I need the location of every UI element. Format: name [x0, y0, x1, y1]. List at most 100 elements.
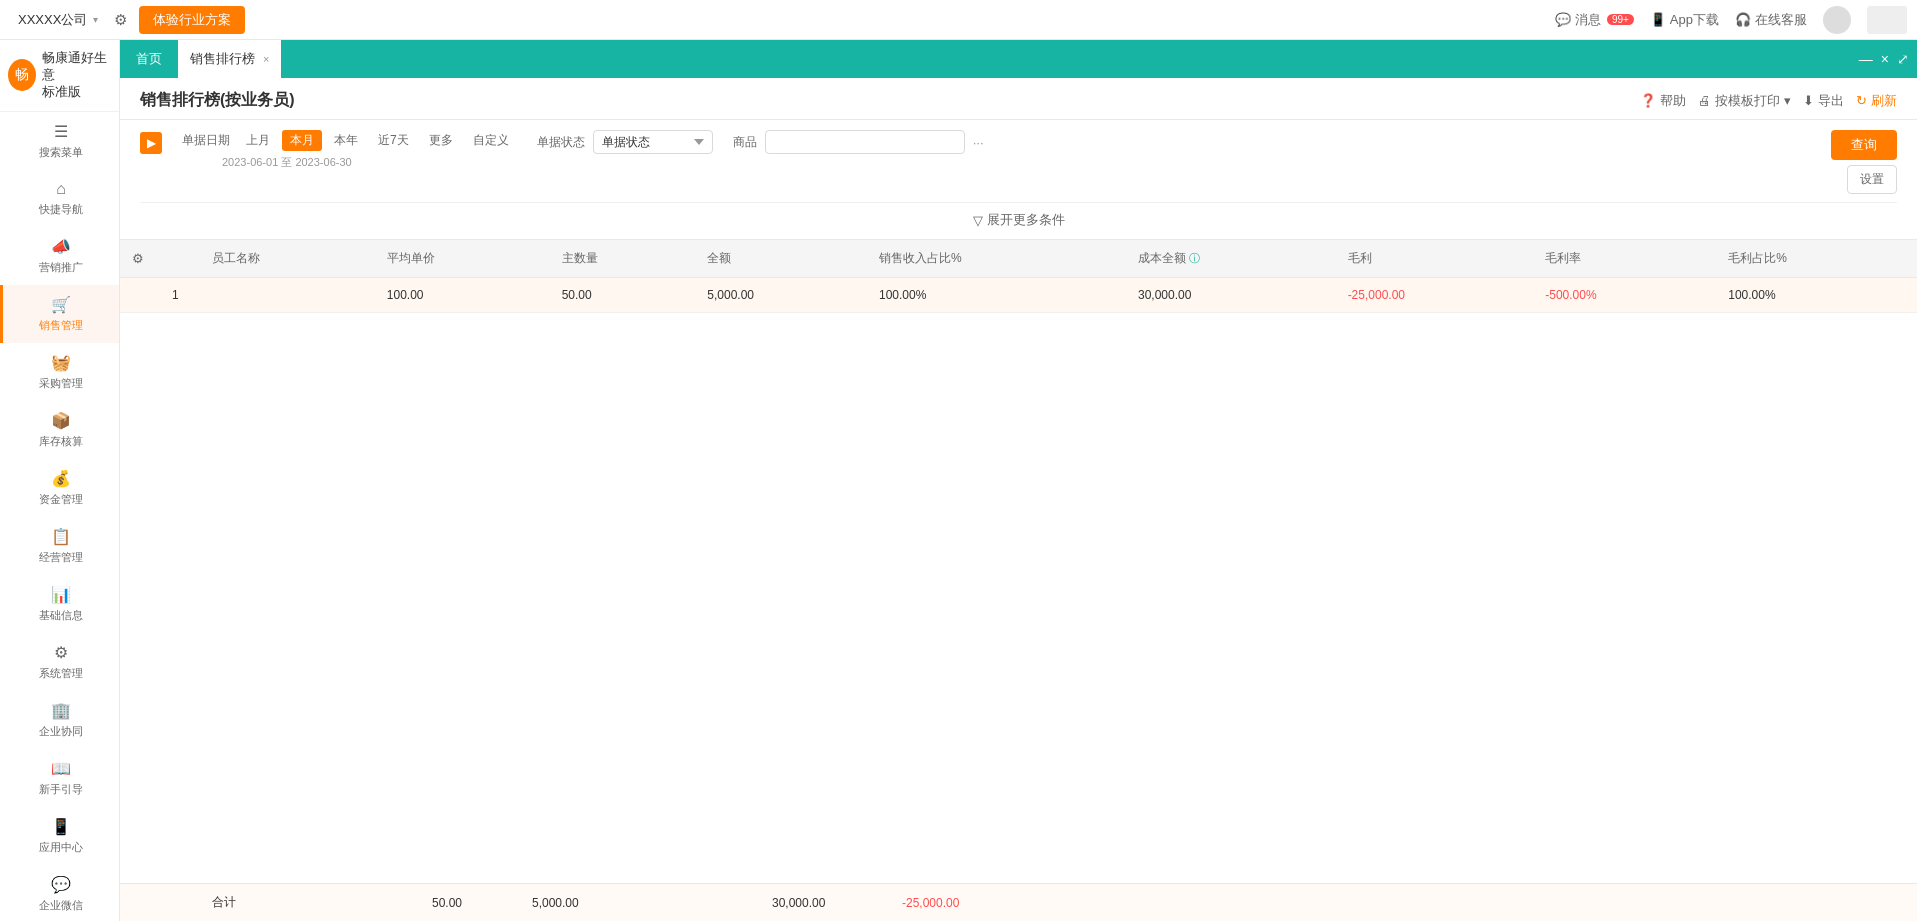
footer-gross-profit: -25,000.00: [902, 896, 1022, 910]
online-service-label: 在线客服: [1755, 11, 1807, 29]
cell-amount: 5,000.00: [695, 278, 867, 313]
tab-max-icon[interactable]: ⤢: [1897, 51, 1909, 67]
inventory-icon: 📦: [51, 411, 71, 430]
sidebar-item-search-order[interactable]: ☰ 搜索菜单: [0, 112, 119, 170]
sidebar-item-quick-nav[interactable]: ⌂ 快捷导航: [0, 170, 119, 227]
page-title-row: 销售排行榜(按业务员) ❓ 帮助 🖨 按模板打印 ▾ ⬇: [140, 90, 1897, 119]
col-name: 员工名称: [200, 240, 375, 278]
sidebar-item-enterprise-collab[interactable]: 🏢 企业协同: [0, 691, 119, 749]
goods-more-icon[interactable]: ···: [973, 135, 984, 150]
cost-info-icon[interactable]: ⓘ: [1189, 252, 1200, 264]
col-main-qty: 主数量: [550, 240, 696, 278]
cell-gross-profit: -25,000.00: [1336, 278, 1534, 313]
footer-cost-amount: 30,000.00: [772, 896, 902, 910]
date-tab-current-month[interactable]: 本月: [282, 130, 322, 151]
online-service-button[interactable]: 🎧 在线客服: [1735, 11, 1807, 29]
search-order-icon: ☰: [54, 122, 68, 141]
logo-text: 畅康通好生意 标准版: [42, 50, 111, 101]
col-settings[interactable]: ⚙: [120, 240, 160, 278]
top-right-area: 💬 消息 99+ 📱 App下载 🎧 在线客服: [1555, 6, 1907, 34]
date-tab-7days[interactable]: 近7天: [370, 130, 417, 151]
table-footer: 合计 50.00 5,000.00 30,000.00 -25,000.00: [120, 883, 1917, 921]
tab-close-icon[interactable]: ×: [263, 53, 269, 65]
date-tabs: 上月 本月 本年 近7天 更多 自定义: [238, 130, 517, 151]
settings-icon[interactable]: ⚙: [114, 11, 127, 29]
message-icon: 💬: [1555, 12, 1571, 27]
cell-avg-price: 100.00: [375, 278, 550, 313]
col-cost-amount: 成本全额 ⓘ: [1126, 240, 1336, 278]
date-tab-custom[interactable]: 自定义: [465, 130, 517, 151]
help-button[interactable]: ❓ 帮助: [1640, 92, 1686, 110]
settings-button[interactable]: 设置: [1847, 165, 1897, 194]
sidebar-item-sales[interactable]: 🛒 销售管理: [0, 285, 119, 343]
page-header: 销售排行榜(按业务员) ❓ 帮助 🖨 按模板打印 ▾ ⬇: [120, 78, 1917, 120]
col-settings-icon: ⚙: [132, 251, 144, 266]
date-tab-last-month[interactable]: 上月: [238, 130, 278, 151]
col-gross-profit: 毛利: [1336, 240, 1534, 278]
app-center-icon: 📱: [51, 817, 71, 836]
tab-bar: 首页 销售排行榜 × — × ⤢: [120, 40, 1917, 78]
refresh-button[interactable]: ↻ 刷新: [1856, 92, 1897, 110]
sidebar-item-app-center[interactable]: 📱 应用中心: [0, 807, 119, 865]
export-button[interactable]: ⬇ 导出: [1803, 92, 1844, 110]
table-container: ⚙ 员工名称 平均单价 主数量 全额 销售收入占比% 成本全额 ⓘ 毛利: [120, 240, 1917, 883]
system-icon: ⚙: [54, 643, 68, 662]
expand-more-button[interactable]: ▽ 展开更多条件: [140, 202, 1897, 229]
message-label: 消息: [1575, 11, 1601, 29]
app-download-button[interactable]: 📱 App下载: [1650, 11, 1719, 29]
sidebar-item-inventory[interactable]: 📦 库存核算: [0, 401, 119, 459]
sidebar-item-system[interactable]: ⚙ 系统管理: [0, 633, 119, 691]
date-tab-current-year[interactable]: 本年: [326, 130, 366, 151]
sidebar-item-marketing[interactable]: 📣 营销推广: [0, 227, 119, 285]
chevron-down-icon: ▾: [93, 14, 98, 25]
footer-main-qty: 50.00: [432, 896, 532, 910]
status-filter-group: 单据状态 单据状态: [537, 130, 713, 154]
col-index: [160, 240, 200, 278]
basic-info-icon: 📊: [51, 585, 71, 604]
page-title: 销售排行榜(按业务员): [140, 90, 295, 111]
trial-button[interactable]: 体验行业方案: [139, 6, 245, 34]
tab-min-icon[interactable]: —: [1859, 51, 1873, 67]
refresh-icon: ↻: [1856, 93, 1867, 108]
user-name[interactable]: [1867, 6, 1907, 34]
help-icon: ❓: [1640, 93, 1656, 108]
sidebar: 畅 畅康通好生意 标准版 ☰ 搜索菜单 ⌂ 快捷导航 📣 营销推广 🛒 销售管理…: [0, 40, 120, 921]
message-badge: 99+: [1607, 14, 1634, 25]
sidebar-item-purchase[interactable]: 🧺 采购管理: [0, 343, 119, 401]
cell-gross-pct: 100.00%: [1716, 278, 1917, 313]
app-download-label: App下载: [1670, 11, 1719, 29]
filter-action-buttons: 查询 设置: [1831, 130, 1897, 194]
cell-main-qty: 50.00: [550, 278, 696, 313]
cell-index: 1: [160, 278, 200, 313]
query-button[interactable]: 查询: [1831, 130, 1897, 160]
tab-home[interactable]: 首页: [120, 40, 178, 78]
avatar[interactable]: [1823, 6, 1851, 34]
cell-name: [200, 278, 375, 313]
sidebar-item-basic-info[interactable]: 📊 基础信息: [0, 575, 119, 633]
sidebar-item-finance[interactable]: 💰 资金管理: [0, 459, 119, 517]
col-gross-margin: 毛利率: [1533, 240, 1716, 278]
filter-toggle-button[interactable]: ▶: [140, 132, 162, 154]
data-table: ⚙ 员工名称 平均单价 主数量 全额 销售收入占比% 成本全额 ⓘ 毛利: [120, 240, 1917, 313]
sidebar-item-operations[interactable]: 📋 经营管理: [0, 517, 119, 575]
status-select[interactable]: 单据状态: [593, 130, 713, 154]
home-icon: ⌂: [56, 180, 66, 198]
footer-amount: 5,000.00: [532, 896, 652, 910]
tab-close-window-icon[interactable]: ×: [1881, 51, 1889, 67]
goods-input[interactable]: [765, 130, 965, 154]
export-icon: ⬇: [1803, 93, 1814, 108]
cell-cost-amount: 30,000.00: [1126, 278, 1336, 313]
wechat-icon: 💬: [51, 875, 71, 894]
cell-settings: [120, 278, 160, 313]
date-tab-more[interactable]: 更多: [421, 130, 461, 151]
content-area: 首页 销售排行榜 × — × ⤢ 销售排行榜(按业务员) ❓: [120, 40, 1917, 921]
tab-sales-ranking[interactable]: 销售排行榜 ×: [178, 40, 281, 78]
marketing-icon: 📣: [51, 237, 71, 256]
tab-bar-right: — × ⤢: [1859, 51, 1917, 67]
company-selector[interactable]: XXXXX公司 ▾: [10, 7, 106, 33]
beginner-guide-icon: 📖: [51, 759, 71, 778]
sidebar-item-beginner-guide[interactable]: 📖 新手引导: [0, 749, 119, 807]
sidebar-item-enterprise-wechat[interactable]: 💬 企业微信: [0, 865, 119, 921]
print-button[interactable]: 🖨 按模板打印 ▾: [1698, 92, 1791, 110]
message-button[interactable]: 💬 消息 99+: [1555, 11, 1634, 29]
